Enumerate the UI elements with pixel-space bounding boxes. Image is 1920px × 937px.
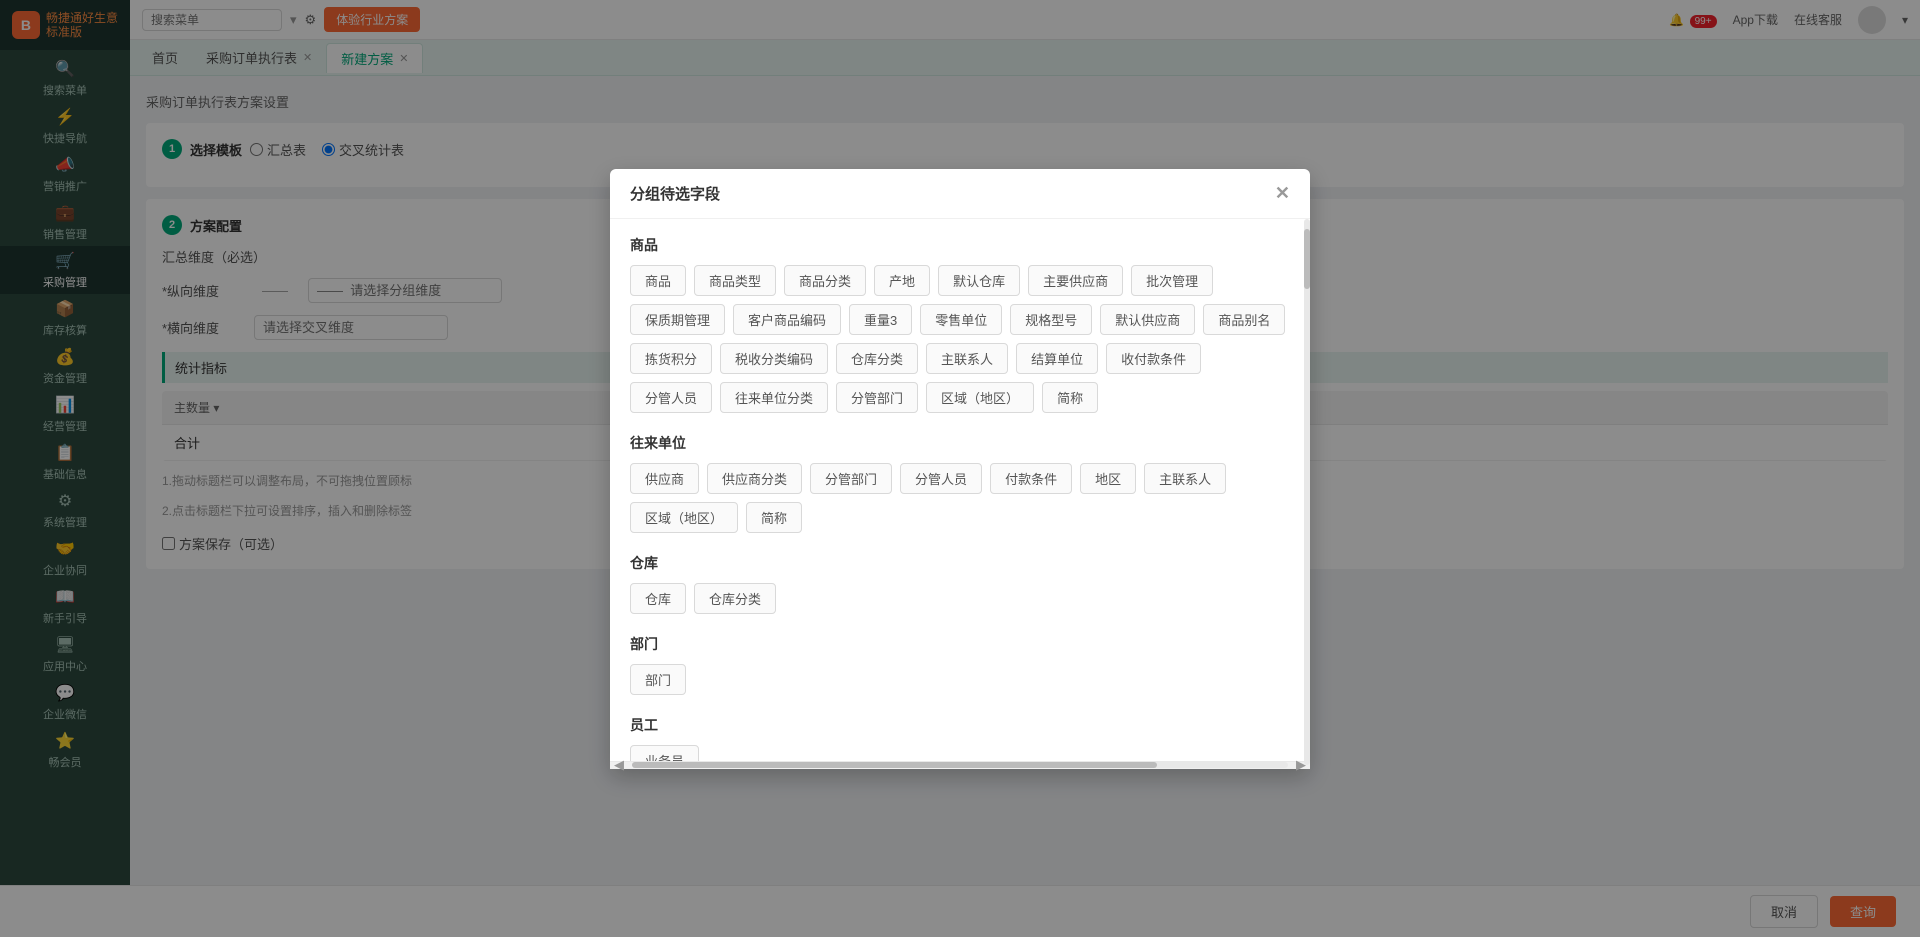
field-default-warehouse[interactable]: 默认仓库 [938,265,1020,296]
field-customer-code[interactable]: 客户商品编码 [733,304,841,335]
modal-header: 分组待选字段 ✕ [610,169,1310,219]
field-region[interactable]: 区域（地区） [926,382,1034,413]
field-product[interactable]: 商品 [630,265,686,296]
field-main-contact[interactable]: 主联系人 [926,343,1008,374]
field-supplier-category[interactable]: 供应商分类 [707,463,802,494]
modal-body: 商品 商品 商品类型 商品分类 产地 默认仓库 主要供应商 批次管理 保质期管理… [610,219,1310,761]
counterparty-fields: 供应商 供应商分类 分管部门 分管人员 付款条件 地区 主联系人 区域（地区） … [630,463,1290,533]
field-main-supplier[interactable]: 主要供应商 [1028,265,1123,296]
hscroll-thumb[interactable] [632,762,1157,768]
modal-overlay: 分组待选字段 ✕ 商品 商品 商品类型 商品分类 产地 默认仓库 主要供应商 批… [0,0,1920,937]
field-dept[interactable]: 部门 [630,664,686,695]
modal-hscroll[interactable]: ◀ ▶ [610,761,1310,769]
field-warehouse-category[interactable]: 仓库分类 [836,343,918,374]
section-counterparty: 往来单位 供应商 供应商分类 分管部门 分管人员 付款条件 地区 主联系人 区域… [630,433,1290,533]
section-dept-title: 部门 [630,634,1290,654]
field-payment-condition[interactable]: 付款条件 [990,463,1072,494]
section-warehouse-title: 仓库 [630,553,1290,573]
section-employee: 员工 业务员 [630,715,1290,761]
field-origin[interactable]: 产地 [874,265,930,296]
field-batch-mgmt[interactable]: 批次管理 [1131,265,1213,296]
field-person-cp[interactable]: 分管人员 [900,463,982,494]
product-fields: 商品 商品类型 商品分类 产地 默认仓库 主要供应商 批次管理 保质期管理 客户… [630,265,1290,413]
field-pick-points[interactable]: 拣货积分 [630,343,712,374]
field-warehouse[interactable]: 仓库 [630,583,686,614]
field-warehouse-cat[interactable]: 仓库分类 [694,583,776,614]
section-product: 商品 商品 商品类型 商品分类 产地 默认仓库 主要供应商 批次管理 保质期管理… [630,235,1290,413]
field-product-category[interactable]: 商品分类 [784,265,866,296]
modal-close-btn[interactable]: ✕ [1275,183,1290,204]
section-warehouse: 仓库 仓库 仓库分类 [630,553,1290,614]
modal-title: 分组待选字段 [630,183,720,204]
field-person-in-charge[interactable]: 分管人员 [630,382,712,413]
field-region-cp[interactable]: 区域（地区） [630,502,738,533]
hscroll-track [632,762,1288,768]
field-transaction-category[interactable]: 往来单位分类 [720,382,828,413]
field-dept-in-charge[interactable]: 分管部门 [836,382,918,413]
field-supplier[interactable]: 供应商 [630,463,699,494]
field-payment-terms[interactable]: 收付款条件 [1106,343,1201,374]
field-settlement-unit[interactable]: 结算单位 [1016,343,1098,374]
field-salesperson[interactable]: 业务员 [630,745,699,761]
section-counterparty-title: 往来单位 [630,433,1290,453]
field-dept-cp[interactable]: 分管部门 [810,463,892,494]
field-short-name-cp[interactable]: 简称 [746,502,802,533]
dept-fields: 部门 [630,664,1290,695]
field-default-supplier[interactable]: 默认供应商 [1100,304,1195,335]
employee-fields: 业务员 [630,745,1290,761]
field-weight3[interactable]: 重量3 [849,304,912,335]
modal-vscroll[interactable] [1304,219,1310,765]
field-product-alias[interactable]: 商品别名 [1203,304,1285,335]
field-product-type[interactable]: 商品类型 [694,265,776,296]
field-area[interactable]: 地区 [1080,463,1136,494]
field-retail-unit[interactable]: 零售单位 [920,304,1002,335]
warehouse-fields: 仓库 仓库分类 [630,583,1290,614]
field-tax-code[interactable]: 税收分类编码 [720,343,828,374]
field-short-name[interactable]: 简称 [1042,382,1098,413]
modal-vscroll-thumb[interactable] [1304,229,1310,289]
field-shelf-life[interactable]: 保质期管理 [630,304,725,335]
section-product-title: 商品 [630,235,1290,255]
hscroll-left-btn[interactable]: ◀ [610,757,628,773]
section-employee-title: 员工 [630,715,1290,735]
field-main-contact-cp[interactable]: 主联系人 [1144,463,1226,494]
field-spec-model[interactable]: 规格型号 [1010,304,1092,335]
field-select-modal: 分组待选字段 ✕ 商品 商品 商品类型 商品分类 产地 默认仓库 主要供应商 批… [610,169,1310,769]
section-dept: 部门 部门 [630,634,1290,695]
